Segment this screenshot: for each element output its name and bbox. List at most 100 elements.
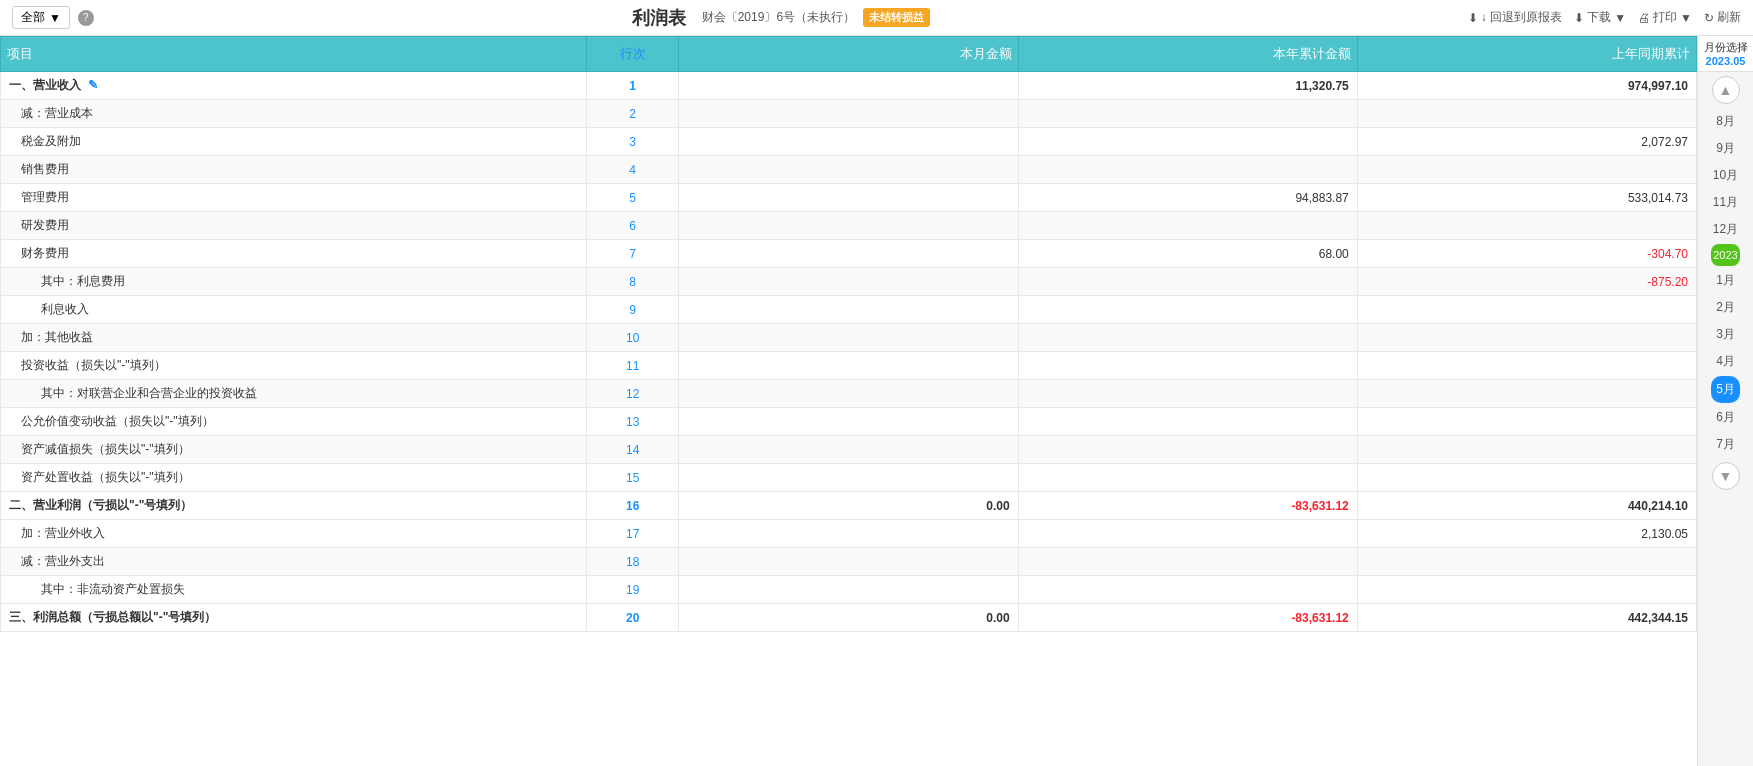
cell-month — [679, 352, 1018, 380]
table-row: 税金及附加32,072.97 — [1, 128, 1697, 156]
col-header-rownum: 行次 — [586, 37, 679, 72]
cell-year: 94,883.87 — [1018, 184, 1357, 212]
cell-month — [679, 380, 1018, 408]
month-list: 8月9月10月11月12月20231月2月3月4月5月6月7月 — [1707, 108, 1743, 458]
cell-item: 其中：对联营企业和合营企业的投资收益 — [1, 380, 587, 408]
cell-rownum: 17 — [586, 520, 679, 548]
cell-rownum: 12 — [586, 380, 679, 408]
cell-year — [1018, 464, 1357, 492]
cell-year — [1018, 324, 1357, 352]
cell-prev — [1357, 100, 1696, 128]
table-row: 公允价值变动收益（损失以"-"填列）13 — [1, 408, 1697, 436]
cell-year — [1018, 380, 1357, 408]
table-row: 减：营业成本2 — [1, 100, 1697, 128]
cell-year — [1018, 128, 1357, 156]
month-item[interactable]: 8月 — [1707, 108, 1743, 135]
table-row: 投资收益（损失以"-"填列）11 — [1, 352, 1697, 380]
cell-year — [1018, 100, 1357, 128]
cell-rownum: 20 — [586, 604, 679, 632]
cell-rownum: 3 — [586, 128, 679, 156]
cell-item: 减：营业成本 — [1, 100, 587, 128]
cell-item: 资产减值损失（损失以"-"填列） — [1, 436, 587, 464]
table-area[interactable]: 项目 行次 本月金额 本年累计金额 上年同期累计 一、营业收入 ✎111,320… — [0, 36, 1697, 766]
all-dropdown[interactable]: 全部 ▼ — [12, 6, 70, 29]
month-item[interactable]: 9月 — [1707, 135, 1743, 162]
download-button[interactable]: ⬇ 下载 ▼ — [1574, 9, 1626, 26]
table-row: 减：营业外支出18 — [1, 548, 1697, 576]
cell-prev: -875.20 — [1357, 268, 1696, 296]
month-item[interactable]: 12月 — [1707, 216, 1743, 243]
month-item[interactable]: 10月 — [1707, 162, 1743, 189]
cell-year — [1018, 520, 1357, 548]
month-item[interactable]: 3月 — [1707, 321, 1743, 348]
cell-rownum: 1 — [586, 72, 679, 100]
cell-year: 68.00 — [1018, 240, 1357, 268]
cell-rownum: 15 — [586, 464, 679, 492]
cell-month — [679, 268, 1018, 296]
cell-rownum: 11 — [586, 352, 679, 380]
cell-year — [1018, 408, 1357, 436]
month-next-button[interactable]: ▼ — [1712, 462, 1740, 490]
page-title: 利润表 — [632, 6, 686, 30]
income-table: 项目 行次 本月金额 本年累计金额 上年同期累计 一、营业收入 ✎111,320… — [0, 36, 1697, 632]
refresh-button[interactable]: ↻ 刷新 — [1704, 9, 1741, 26]
month-item[interactable]: 7月 — [1707, 431, 1743, 458]
cell-item: 管理费用 — [1, 184, 587, 212]
month-item[interactable]: 5月 — [1711, 376, 1739, 403]
cell-month — [679, 184, 1018, 212]
back-button[interactable]: ⬇ ↓ 回退到原报表 — [1468, 9, 1562, 26]
cell-item: 税金及附加 — [1, 128, 587, 156]
table-row: 管理费用594,883.87533,014.73 — [1, 184, 1697, 212]
month-sidebar: 月份选择 2023.05 ▲ 8月9月10月11月12月20231月2月3月4月… — [1697, 36, 1753, 766]
month-item[interactable]: 2023 — [1711, 244, 1739, 266]
main-content: 项目 行次 本月金额 本年累计金额 上年同期累计 一、营业收入 ✎111,320… — [0, 36, 1753, 766]
table-row: 利息收入9 — [1, 296, 1697, 324]
cell-prev: 533,014.73 — [1357, 184, 1696, 212]
cell-rownum: 7 — [586, 240, 679, 268]
cell-year — [1018, 268, 1357, 296]
month-item[interactable]: 4月 — [1707, 348, 1743, 375]
table-header-row: 项目 行次 本月金额 本年累计金额 上年同期累计 — [1, 37, 1697, 72]
table-row: 其中：利息费用8-875.20 — [1, 268, 1697, 296]
cell-month — [679, 128, 1018, 156]
month-item[interactable]: 6月 — [1707, 404, 1743, 431]
edit-icon[interactable]: ✎ — [85, 78, 98, 92]
month-item[interactable]: 1月 — [1707, 267, 1743, 294]
cell-prev: 440,214.10 — [1357, 492, 1696, 520]
cell-item: 三、利润总额（亏损总额以"-"号填列） — [1, 604, 587, 632]
cell-rownum: 10 — [586, 324, 679, 352]
all-label: 全部 — [21, 9, 45, 26]
cell-prev — [1357, 324, 1696, 352]
col-header-prev: 上年同期累计 — [1357, 37, 1696, 72]
cell-item: 研发费用 — [1, 212, 587, 240]
cell-item: 二、营业利润（亏损以"-"号填列） — [1, 492, 587, 520]
cell-month — [679, 296, 1018, 324]
table-row: 三、利润总额（亏损总额以"-"号填列）200.00-83,631.12442,3… — [1, 604, 1697, 632]
table-row: 其中：对联营企业和合营企业的投资收益12 — [1, 380, 1697, 408]
cell-prev: 442,344.15 — [1357, 604, 1696, 632]
help-icon[interactable]: ? — [78, 10, 94, 26]
cell-prev — [1357, 436, 1696, 464]
top-bar-center: 利润表 财会〔2019〕6号（未执行） 未结转损益 — [632, 6, 930, 30]
col-header-year: 本年累计金额 — [1018, 37, 1357, 72]
cell-year: -83,631.12 — [1018, 492, 1357, 520]
dropdown-arrow: ▼ — [49, 11, 61, 25]
cell-rownum: 9 — [586, 296, 679, 324]
month-item[interactable]: 2月 — [1707, 294, 1743, 321]
month-item[interactable]: 11月 — [1707, 189, 1743, 216]
print-button[interactable]: 🖨 打印 ▼ — [1638, 9, 1692, 26]
cell-month — [679, 156, 1018, 184]
print-arrow: ▼ — [1680, 11, 1692, 25]
refresh-icon: ↻ — [1704, 11, 1714, 25]
back-icon: ⬇ — [1468, 11, 1478, 25]
cell-rownum: 14 — [586, 436, 679, 464]
cell-rownum: 18 — [586, 548, 679, 576]
cell-prev: 974,997.10 — [1357, 72, 1696, 100]
cell-rownum: 8 — [586, 268, 679, 296]
cell-prev — [1357, 380, 1696, 408]
table-row: 二、营业利润（亏损以"-"号填列）160.00-83,631.12440,214… — [1, 492, 1697, 520]
cell-prev — [1357, 576, 1696, 604]
month-prev-button[interactable]: ▲ — [1712, 76, 1740, 104]
cell-month — [679, 240, 1018, 268]
cell-month — [679, 408, 1018, 436]
